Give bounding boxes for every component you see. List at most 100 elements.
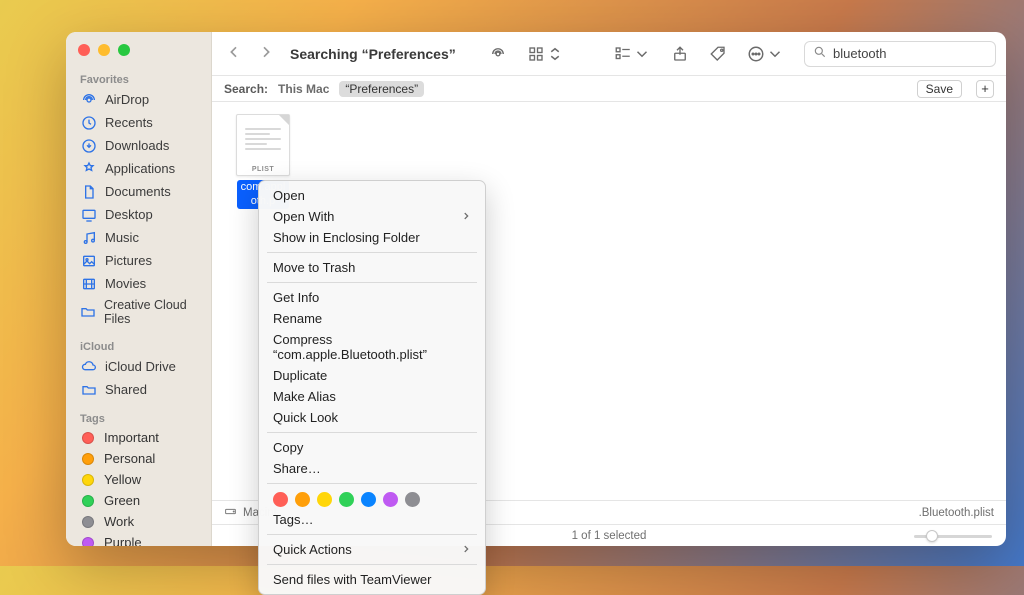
sidebar-item-label: Desktop	[105, 207, 153, 222]
ctx-tag-red[interactable]	[273, 492, 288, 507]
ctx-show-enclosing[interactable]: Show in Enclosing Folder	[259, 227, 485, 248]
tag-dot-icon	[82, 537, 94, 547]
sidebar-favorites-list: AirDrop Recents Downloads Applications D…	[66, 88, 211, 329]
sidebar-section-favorites-header: Favorites	[66, 70, 211, 88]
scope-current-folder[interactable]: “Preferences”	[339, 81, 424, 97]
ctx-make-alias[interactable]: Make Alias	[259, 386, 485, 407]
movie-icon	[80, 275, 97, 292]
desktop-icon	[80, 206, 97, 223]
sidebar-item-movies[interactable]: Movies	[72, 272, 205, 295]
sidebar-item-label: Shared	[105, 382, 147, 397]
tag-label: Yellow	[104, 472, 141, 487]
save-search-button[interactable]: Save	[917, 80, 962, 98]
context-menu: Open Open With Show in Enclosing Folder …	[258, 180, 486, 595]
search-field[interactable]: ✕	[804, 41, 996, 67]
apps-icon	[80, 160, 97, 177]
tag-personal[interactable]: Personal	[72, 448, 205, 469]
chevron-right-icon	[461, 542, 471, 557]
ctx-separator	[267, 534, 477, 535]
clock-icon	[80, 114, 97, 131]
image-icon	[80, 252, 97, 269]
sidebar-item-label: Applications	[105, 161, 175, 176]
sidebar-item-pictures[interactable]: Pictures	[72, 249, 205, 272]
tag-label: Important	[104, 430, 159, 445]
tag-green[interactable]: Green	[72, 490, 205, 511]
sidebar-item-label: Downloads	[105, 138, 169, 153]
ctx-quick-actions[interactable]: Quick Actions	[259, 539, 485, 560]
sidebar-item-airdrop[interactable]: AirDrop	[72, 88, 205, 111]
tags-toolbar-button[interactable]	[703, 45, 733, 63]
tag-dot-icon	[82, 453, 94, 465]
sidebar-item-recents[interactable]: Recents	[72, 111, 205, 134]
ctx-tag-gray[interactable]	[405, 492, 420, 507]
sidebar-item-label: Recents	[105, 115, 153, 130]
tag-work[interactable]: Work	[72, 511, 205, 532]
toolbar: Searching “Preferences” ✕	[212, 32, 1006, 76]
ctx-tag-green[interactable]	[339, 492, 354, 507]
sidebar-item-label: Music	[105, 230, 139, 245]
tag-important[interactable]: Important	[72, 427, 205, 448]
ctx-separator	[267, 483, 477, 484]
ctx-tags[interactable]: Tags…	[259, 509, 485, 530]
search-input[interactable]	[833, 46, 1006, 61]
path-segment-file[interactable]: .Bluetooth.plist	[919, 507, 994, 519]
ctx-send-teamviewer[interactable]: Send files with TeamViewer	[259, 569, 485, 590]
ctx-rename[interactable]: Rename	[259, 308, 485, 329]
sidebar-item-ccfiles[interactable]: Creative Cloud Files	[72, 295, 205, 329]
tag-label: Personal	[104, 451, 155, 466]
sidebar-item-downloads[interactable]: Downloads	[72, 134, 205, 157]
back-button[interactable]	[222, 44, 246, 63]
ctx-open-with[interactable]: Open With	[259, 206, 485, 227]
action-button[interactable]	[741, 45, 790, 63]
tag-label: Green	[104, 493, 140, 508]
tag-dot-icon	[82, 432, 94, 444]
sidebar-item-iclouddrive[interactable]: iCloud Drive	[72, 355, 205, 378]
hard-disk-icon	[224, 505, 237, 521]
ctx-tag-blue[interactable]	[361, 492, 376, 507]
ctx-quick-look[interactable]: Quick Look	[259, 407, 485, 428]
sidebar-item-applications[interactable]: Applications	[72, 157, 205, 180]
ctx-compress[interactable]: Compress “com.apple.Bluetooth.plist”	[259, 329, 485, 365]
ctx-copy[interactable]: Copy	[259, 437, 485, 458]
finder-window: Favorites AirDrop Recents Downloads Appl…	[66, 32, 1006, 546]
sidebar-item-label: iCloud Drive	[105, 359, 176, 374]
ctx-tag-purple[interactable]	[383, 492, 398, 507]
ctx-share[interactable]: Share…	[259, 458, 485, 479]
cloud-icon	[80, 358, 97, 375]
sidebar-item-music[interactable]: Music	[72, 226, 205, 249]
add-search-criteria-button[interactable]: +	[976, 80, 994, 98]
sidebar-item-desktop[interactable]: Desktop	[72, 203, 205, 226]
zoom-window-button[interactable]	[118, 44, 130, 56]
tag-yellow[interactable]: Yellow	[72, 469, 205, 490]
share-button[interactable]	[665, 45, 695, 63]
tag-dot-icon	[82, 516, 94, 528]
folder-icon	[80, 304, 96, 321]
airdrop-toolbar-icon[interactable]	[483, 45, 513, 63]
sidebar: Favorites AirDrop Recents Downloads Appl…	[66, 32, 212, 546]
icon-size-slider[interactable]	[914, 530, 992, 542]
ctx-duplicate[interactable]: Duplicate	[259, 365, 485, 386]
sidebar-item-label: Movies	[105, 276, 146, 291]
sidebar-item-shared[interactable]: Shared	[72, 378, 205, 401]
minimize-window-button[interactable]	[98, 44, 110, 56]
status-text: 1 of 1 selected	[572, 530, 647, 542]
tag-dot-icon	[82, 474, 94, 486]
ctx-get-info[interactable]: Get Info	[259, 287, 485, 308]
ctx-tag-yellow[interactable]	[317, 492, 332, 507]
ctx-separator	[267, 282, 477, 283]
ctx-separator	[267, 252, 477, 253]
forward-button[interactable]	[254, 44, 278, 63]
folder-icon	[80, 381, 97, 398]
tag-purple[interactable]: Purple	[72, 532, 205, 546]
ctx-move-trash[interactable]: Move to Trash	[259, 257, 485, 278]
search-scope-bar: Search: This Mac “Preferences” Save +	[212, 76, 1006, 102]
ctx-tag-orange[interactable]	[295, 492, 310, 507]
view-icons-button[interactable]	[521, 45, 570, 63]
close-window-button[interactable]	[78, 44, 90, 56]
tag-label: Purple	[104, 535, 142, 546]
sidebar-item-label: Creative Cloud Files	[104, 298, 197, 326]
group-button[interactable]	[608, 45, 657, 63]
ctx-open[interactable]: Open	[259, 185, 485, 206]
scope-this-mac[interactable]: This Mac	[278, 82, 329, 96]
sidebar-item-documents[interactable]: Documents	[72, 180, 205, 203]
